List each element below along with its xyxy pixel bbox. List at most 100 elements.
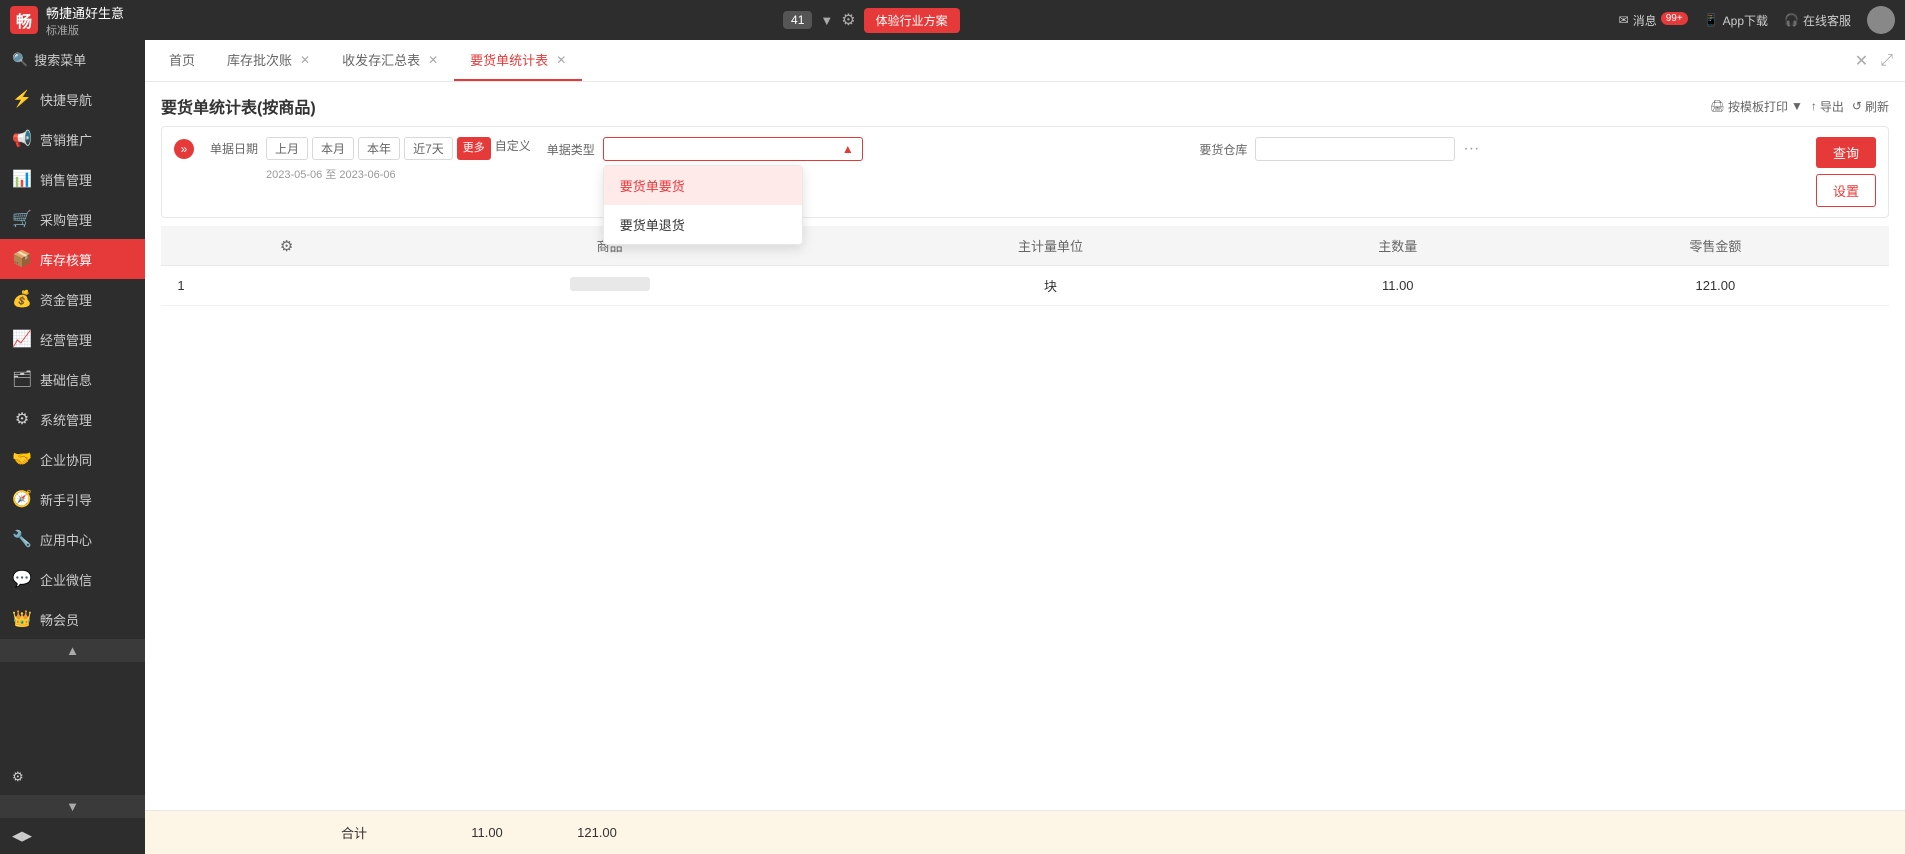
sidebar-bottom: ⚙ [0,759,145,795]
tab-close-receivable[interactable]: ✕ [428,53,438,67]
settings-button[interactable]: 设置 [1816,174,1876,207]
footer-amount: 121.00 [557,825,637,840]
sidebar-label-purchase: 采购管理 [40,210,92,229]
footer-qty: 11.00 [447,825,527,840]
type-select-value [612,142,615,156]
last-month-btn[interactable]: 上月 [266,137,308,160]
type-select-arrow: ▲ [842,142,854,156]
dropdown-item-order-out[interactable]: 要货单退货 [604,205,802,244]
sidebar-item-finance[interactable]: 💰 资金管理 [0,279,145,319]
app-title: 畅捷通好生意 [46,3,124,22]
col-gear-icon[interactable]: ⚙ [280,238,293,255]
sidebar-label-finance: 资金管理 [40,290,92,309]
topbar-left: 畅 畅捷通好生意 标准版 [10,3,124,38]
sidebar-label-system: 系统管理 [40,410,92,429]
sidebar-search[interactable]: 🔍 搜索菜单 [0,40,145,79]
main-layout: 🔍 搜索菜单 ⚡快捷导航📢营销推广📊销售管理🛒采购管理📦库存核算 💰 资金管理 📈经营… [0,40,1905,854]
user-avatar[interactable] [1867,6,1895,34]
tab-bar-actions: ✕ ⤢ [1851,47,1897,75]
sidebar-item-quick-nav[interactable]: ⚡快捷导航 [0,79,145,119]
online-service-item[interactable]: 🎧 在线客服 [1784,12,1851,29]
sidebar-item-inventory[interactable]: 📦库存核算 [0,239,145,279]
sidebar-icon-system: ⚙ [12,409,32,429]
tab-order[interactable]: 要货单统计表✕ [454,40,582,81]
sidebar-item-wechat[interactable]: 💬 企业微信 [0,559,145,599]
sidebar-item-marketing[interactable]: 📢营销推广 [0,119,145,159]
sidebar-label-quick-nav: 快捷导航 [40,90,92,109]
sidebar-item-appstore[interactable]: 🔧应用中心 [0,519,145,559]
message-icon: ✉ [1619,13,1629,27]
tab-close-inventory[interactable]: ✕ [300,53,310,67]
sidebar-item-purchase[interactable]: 🛒采购管理 [0,199,145,239]
cell-product [372,266,847,306]
print-icon: 🖨 [1710,99,1725,113]
more-badge[interactable]: 更多 [457,137,491,160]
last7-btn[interactable]: 近7天 [404,137,453,160]
topbar-settings-icon[interactable]: ⚙ [841,10,855,30]
messages-item[interactable]: ✉ 消息 99+ [1619,12,1688,29]
messages-label: 消息 [1633,12,1657,29]
tab-close-order[interactable]: ✕ [556,53,566,67]
app-download-item[interactable]: 📱 App下载 [1704,12,1768,29]
table-body: 1 块 11.00 121.00 [161,266,1889,306]
sidebar-bottom-settings[interactable]: ⚙ [0,759,145,795]
trial-button[interactable]: 体验行业方案 [864,8,960,33]
sidebar-label-sales: 销售管理 [40,170,92,189]
this-month-btn[interactable]: 本月 [312,137,354,160]
tab-expand-icon[interactable]: ⤢ [1876,48,1897,74]
date-label: 单据日期 [210,140,258,157]
tab-count-arrow[interactable]: ▼ [820,13,833,28]
tab-items: 首页库存批次账✕收发存汇总表✕要货单统计表✕ [153,40,582,81]
tab-home[interactable]: 首页 [153,40,211,81]
refresh-btn[interactable]: ↺ 刷新 [1852,98,1889,115]
query-button[interactable]: 查询 [1816,137,1876,168]
dropdown-item-order-in[interactable]: 要货单要货 [604,166,802,205]
sidebar-scroll-up[interactable]: ▲ [0,639,145,662]
cell-amount: 121.00 [1542,266,1889,306]
app-download-label: App下载 [1723,12,1768,29]
sidebar-icon-finance: 💰 [12,289,32,309]
sidebar-collapse[interactable]: ◀▶ [0,818,145,854]
service-icon: 🎧 [1784,13,1799,27]
sidebar-item-business[interactable]: 📈经营管理 [0,319,145,359]
sidebar-label-guide: 新手引导 [40,490,92,509]
sidebar-label-member: 畅会员 [40,610,79,629]
filter-date-range-row: 2023-05-06 至 2023-06-06 [210,166,531,182]
export-btn[interactable]: ↑ 导出 [1811,98,1844,115]
sidebar-item-enterprise[interactable]: 🤝企业协同 [0,439,145,479]
date-buttons: 上月 本月 本年 近7天 更多 自定义 [266,137,531,160]
topbar-center: 41 ▼ ⚙ 体验行业方案 [124,8,1619,33]
sidebar-item-guide[interactable]: 🧭新手引导 [0,479,145,519]
sidebar-item-member[interactable]: 👑畅会员 [0,599,145,639]
warehouse-more-icon[interactable]: ··· [1463,140,1479,158]
print-btn[interactable]: 🖨 按模板打印 ▼ [1710,98,1803,115]
custom-btn[interactable]: 自定义 [495,137,531,160]
messages-badge: 99+ [1661,12,1688,25]
sidebar-item-system[interactable]: ⚙ 系统管理 [0,399,145,439]
warehouse-select[interactable] [1255,137,1455,161]
sidebar-label-wechat: 企业微信 [40,570,92,589]
app-logo: 畅 [10,6,38,34]
tab-bar: 首页库存批次账✕收发存汇总表✕要货单统计表✕ ✕ ⤢ [145,40,1905,82]
sidebar-item-sales[interactable]: 📊销售管理 [0,159,145,199]
this-year-btn[interactable]: 本年 [358,137,400,160]
table-header-row: ⚙ 商品 主计量单位 主数量 零售金额 [161,226,1889,266]
sidebar-items: ⚡快捷导航📢营销推广📊销售管理🛒采购管理📦库存核算 💰 资金管理 📈经营管理🗂基础信息… [0,79,145,639]
filter-group: 单据日期 上月 本月 本年 近7天 更多 自定义 2023-05-06 至 20… [210,137,531,182]
sidebar-item-basic[interactable]: 🗂基础信息 [0,359,145,399]
topbar: 畅 畅捷通好生意 标准版 41 ▼ ⚙ 体验行业方案 ✉ 消息 99+ 📱 Ap… [0,0,1905,40]
col-unit: 主计量单位 [847,226,1254,266]
col-settings[interactable]: ⚙ [201,226,372,266]
type-select[interactable]: ▲ [603,137,863,161]
tab-inventory[interactable]: 库存批次账✕ [211,40,326,81]
print-arrow[interactable]: ▼ [1791,99,1803,113]
sidebar-scroll-down[interactable]: ▼ [0,795,145,818]
search-icon: 🔍 [12,52,28,68]
sidebar-icon-wechat: 💬 [12,569,32,589]
tab-receivable[interactable]: 收发存汇总表✕ [326,40,454,81]
filter-expand-btn[interactable]: » [174,139,194,159]
col-qty: 主数量 [1254,226,1542,266]
sidebar-label-appstore: 应用中心 [40,530,92,549]
tab-close-icon[interactable]: ✕ [1851,47,1872,75]
sidebar-icon-enterprise: 🤝 [12,449,32,469]
